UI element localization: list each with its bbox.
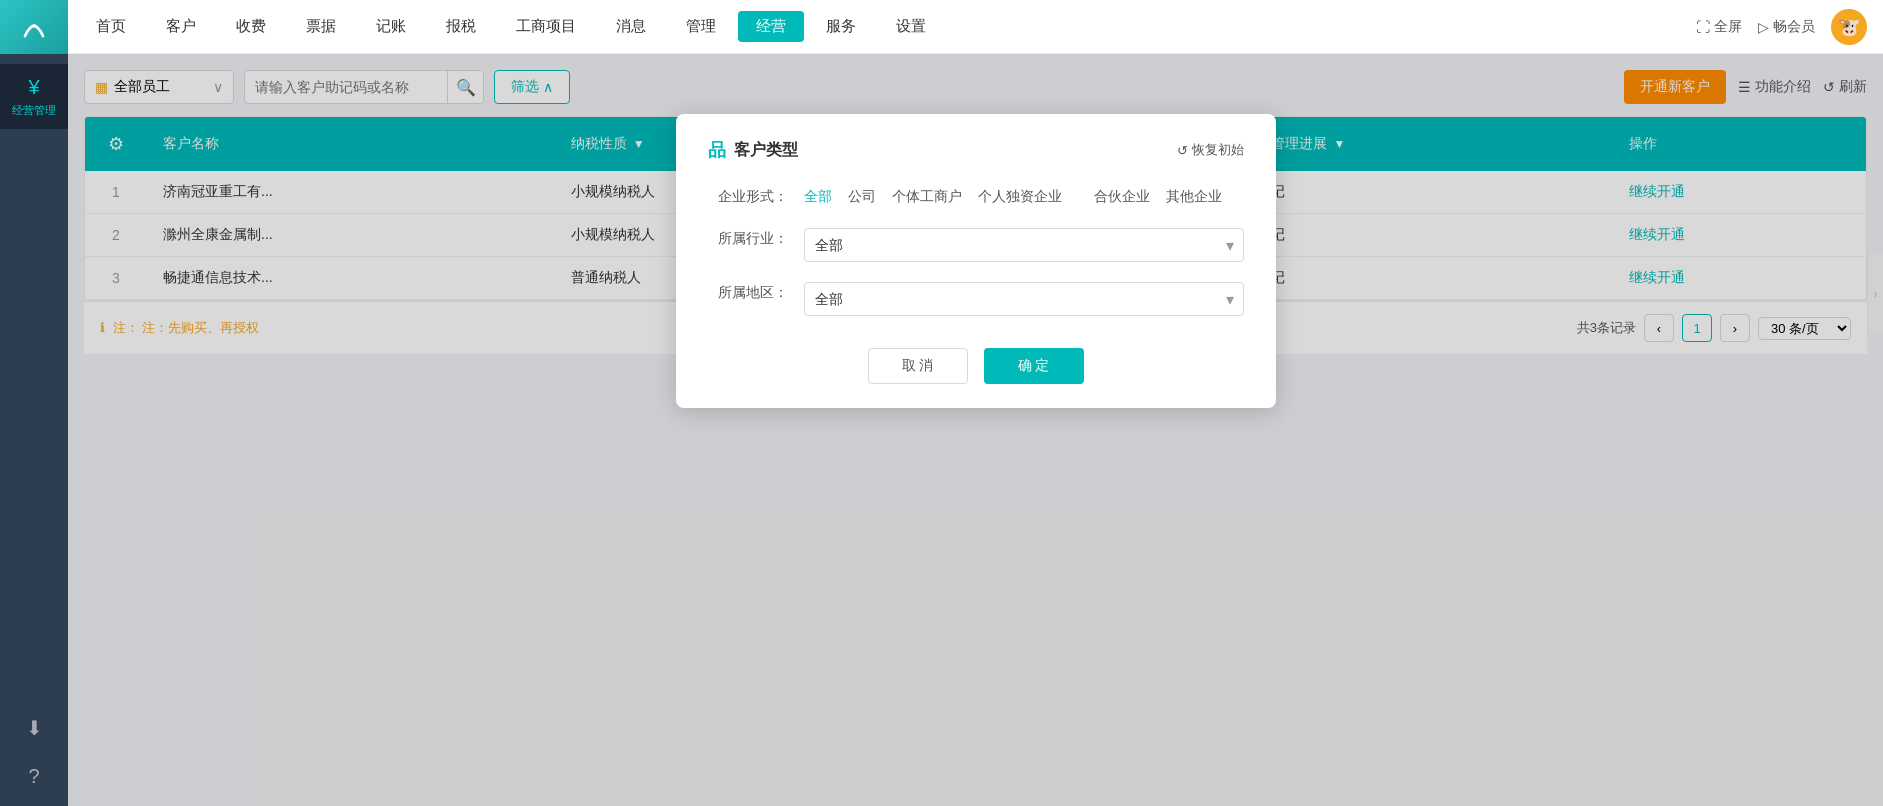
region-form-row: 所属地区： 全部 [708, 282, 1244, 316]
nav-items: 首页 客户 收费 票据 记账 报税 工商项目 消息 管理 经营 服务 设置 [68, 11, 1696, 42]
industry-select[interactable]: 全部 [804, 228, 1244, 262]
vip-icon: ▷ [1758, 19, 1769, 35]
logo[interactable] [0, 0, 68, 54]
modal-title: 品 客户类型 [708, 138, 798, 162]
enterprise-options: 全部 公司 个体工商户 个人独资企业 合伙企业 其他企业 [804, 186, 1244, 208]
nav-manage[interactable]: 管理 [668, 11, 734, 42]
sidebar-bottom: ⬇ ? [14, 708, 54, 796]
modal-footer: 取 消 确 定 [708, 348, 1244, 384]
option-individual[interactable]: 个体工商户 [892, 186, 962, 208]
option-sole[interactable]: 个人独资企业 [978, 186, 1062, 208]
nav-bill[interactable]: 票据 [288, 11, 354, 42]
option-company[interactable]: 公司 [848, 186, 876, 208]
nav-msg[interactable]: 消息 [598, 11, 664, 42]
industry-select-wrapper: 全部 [804, 228, 1244, 262]
confirm-button[interactable]: 确 定 [984, 348, 1084, 384]
filter-modal: 品 客户类型 ↺ 恢复初始 企业形式： 全部 公司 个体工商户 个人独资企业 [676, 114, 1276, 408]
nav-biz[interactable]: 工商项目 [498, 11, 594, 42]
option-partnership[interactable]: 合伙企业 [1094, 186, 1150, 208]
nav-customer[interactable]: 客户 [148, 11, 214, 42]
top-nav: 首页 客户 收费 票据 记账 报税 工商项目 消息 管理 经营 服务 设置 ⛶ … [0, 0, 1883, 54]
nav-account[interactable]: 记账 [358, 11, 424, 42]
nav-settings[interactable]: 设置 [878, 11, 944, 42]
nav-service[interactable]: 服务 [808, 11, 874, 42]
avatar[interactable]: 🐮 [1831, 9, 1867, 45]
reset-label: 恢复初始 [1192, 141, 1244, 159]
modal-reset-btn[interactable]: ↺ 恢复初始 [1177, 141, 1244, 159]
nav-home[interactable]: 首页 [78, 11, 144, 42]
industry-label: 所属行业： [708, 228, 788, 248]
vip-label: 畅会员 [1773, 18, 1815, 36]
fullscreen-btn[interactable]: ⛶ 全屏 [1696, 18, 1742, 36]
cancel-button[interactable]: 取 消 [868, 348, 968, 384]
option-all[interactable]: 全部 [804, 186, 832, 208]
sidebar-item-label: 经营管理 [12, 103, 56, 117]
operation-icon: ¥ [28, 76, 39, 99]
enterprise-form-label: 企业形式： [708, 186, 788, 206]
option-other[interactable]: 其他企业 [1166, 186, 1222, 208]
vip-btn[interactable]: ▷ 畅会员 [1758, 18, 1815, 36]
modal-title-icon: 品 [708, 138, 726, 162]
help-btn[interactable]: ? [14, 756, 54, 796]
nav-tax[interactable]: 报税 [428, 11, 494, 42]
fullscreen-icon: ⛶ [1696, 19, 1710, 35]
nav-right: ⛶ 全屏 ▷ 畅会员 🐮 [1696, 9, 1883, 45]
region-label: 所属地区： [708, 282, 788, 302]
nav-fee[interactable]: 收费 [218, 11, 284, 42]
modal-title-text: 客户类型 [734, 140, 798, 161]
region-select[interactable]: 全部 [804, 282, 1244, 316]
sidebar: ¥ 经营管理 ⬇ ? [0, 54, 68, 806]
industry-form-row: 所属行业： 全部 [708, 228, 1244, 262]
nav-operation[interactable]: 经营 [738, 11, 804, 42]
sidebar-item-operation[interactable]: ¥ 经营管理 [0, 64, 68, 129]
download-btn[interactable]: ⬇ [14, 708, 54, 748]
modal-overlay: 品 客户类型 ↺ 恢复初始 企业形式： 全部 公司 个体工商户 个人独资企业 [68, 54, 1883, 806]
main-layout: ¥ 经营管理 ⬇ ? ▦ 全部员工 ∨ 🔍 筛选 ∧ 开通新客户 [0, 54, 1883, 806]
modal-header: 品 客户类型 ↺ 恢复初始 [708, 138, 1244, 162]
reset-icon: ↺ [1177, 143, 1188, 158]
content-area: ▦ 全部员工 ∨ 🔍 筛选 ∧ 开通新客户 ☰ 功能介绍 ↺ 刷新 [68, 54, 1883, 806]
region-select-wrapper: 全部 [804, 282, 1244, 316]
enterprise-form-row: 企业形式： 全部 公司 个体工商户 个人独资企业 合伙企业 其他企业 [708, 186, 1244, 208]
fullscreen-label: 全屏 [1714, 18, 1742, 36]
